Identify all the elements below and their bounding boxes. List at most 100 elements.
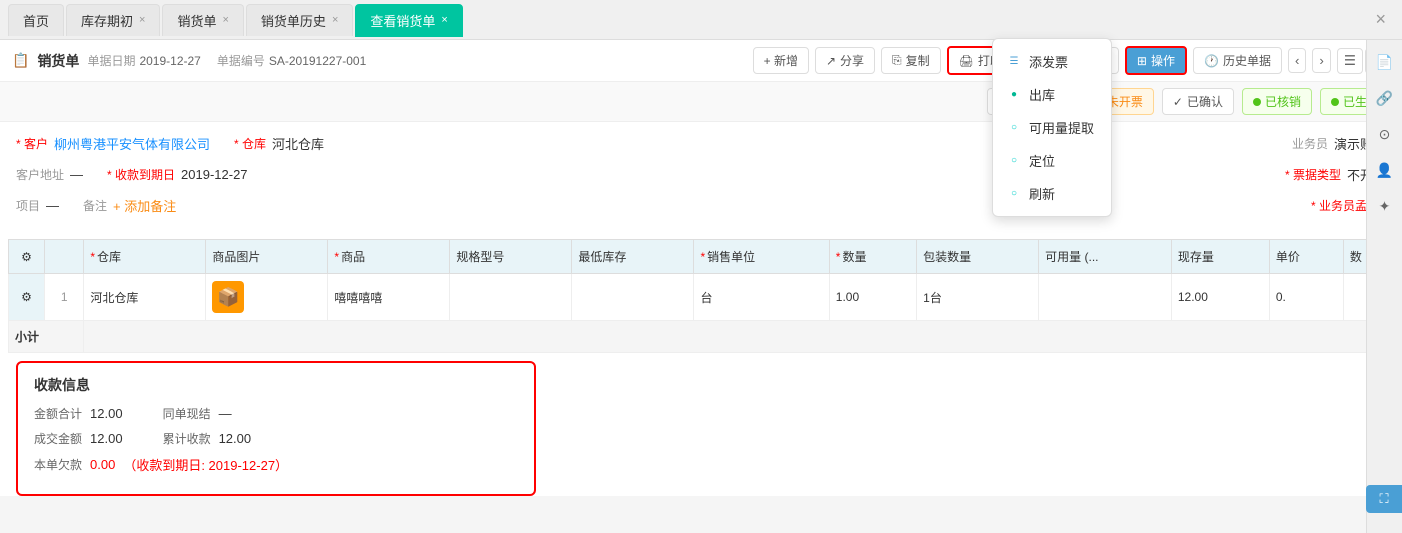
doc-meta: 单据日期 2019-12-27 单据编号 SA-20191227-001 (87, 52, 744, 69)
nav-next-button[interactable]: › (1312, 48, 1330, 73)
window-close-btn[interactable]: × (1367, 5, 1394, 34)
td-subtotal-label: 小计 (9, 321, 84, 353)
dropdown-refresh[interactable]: ○ 刷新 (993, 177, 1111, 210)
tab-inventory-label: 库存期初 (81, 11, 133, 30)
same-order-value: — (219, 406, 232, 421)
warehouse-out-label: 出库 (1029, 85, 1055, 104)
share-button[interactable]: ↗ 分享 (815, 47, 875, 74)
customer-value: 柳州粤港平安气体有限公司 (54, 134, 210, 153)
doc-title: 销货单 (37, 51, 79, 71)
td-product: 嘻嘻嘻嘻 (328, 274, 450, 321)
locate-icon: ○ (1007, 154, 1021, 168)
payment-date-value: 2019-12-27 (181, 167, 248, 182)
tab-view-sales-close[interactable]: × (441, 14, 447, 26)
th-min-stock: 最低库存 (572, 240, 694, 274)
sidebar-doc-icon[interactable]: 📄 (1371, 48, 1399, 76)
th-spec: 规格型号 (450, 240, 572, 274)
address-label: 客户地址 (16, 166, 64, 183)
tab-home-label: 首页 (23, 11, 49, 30)
ops-label: 操作 (1151, 52, 1175, 69)
cumulative-item: 累计收款 12.00 (163, 430, 252, 447)
dropdown-locate[interactable]: ○ 定位 (993, 144, 1111, 177)
th-num (45, 240, 84, 274)
td-image: 📦 (206, 274, 328, 321)
payment-box: 收款信息 金额合计 12.00 同单现结 — 成交金额 12.00 累计收款 (16, 361, 536, 496)
td-quantity: 1.00 (829, 274, 916, 321)
meta-date: 单据日期 2019-12-27 (87, 52, 200, 69)
tab-inventory[interactable]: 库存期初 × (66, 4, 160, 36)
sidebar-refresh-icon[interactable]: ⊙ (1371, 120, 1399, 148)
tab-view-sales[interactable]: 查看销货单 × (355, 4, 462, 37)
th-unit-price: 单价 (1269, 240, 1343, 274)
payment-title: 收款信息 (34, 375, 518, 395)
customer-field: * 客户 柳州粤港平安气体有限公司 (16, 134, 210, 153)
table-header-row: ⚙ *仓库 商品图片 *商品 规格型号 最低库存 *销售单位 *数量 包装数量 … (9, 240, 1394, 274)
sidebar-link-icon[interactable]: 🔗 (1371, 84, 1399, 112)
tab-sales-history-label: 销货单历史 (261, 11, 326, 30)
expand-button[interactable]: ⛶ (1366, 485, 1402, 513)
tab-home[interactable]: 首页 (8, 4, 64, 36)
cumulative-label: 累计收款 (163, 430, 211, 447)
table-row: ⚙ 1 河北仓库 📦 嘻嘻嘻嘻 台 1.00 1台 12.00 (9, 274, 1394, 321)
transaction-label: 成交金额 (34, 430, 82, 447)
list-view-btn[interactable]: ☰ (1337, 48, 1363, 74)
ops-icon: ⊞ (1137, 54, 1147, 68)
new-button[interactable]: + 新增 (753, 47, 809, 74)
td-available (1039, 274, 1172, 321)
sidebar-user-icon[interactable]: 👤 (1371, 156, 1399, 184)
tab-sales-history-close[interactable]: × (332, 14, 338, 26)
customer-label: * 客户 (16, 135, 48, 152)
td-unit: 台 (694, 274, 829, 321)
tab-sales-close[interactable]: × (222, 14, 228, 26)
th-settings[interactable]: ⚙ (9, 240, 45, 274)
right-sidebar: 📄 🔗 ⊙ 👤 ✦ ⛶ (1366, 40, 1402, 533)
same-order-label: 同单现结 (163, 405, 211, 422)
number-label: 单据编号 (217, 52, 265, 69)
copy-icon: ⎘ (892, 53, 902, 68)
add-invoice-label: 添发票 (1029, 52, 1068, 71)
th-quantity: *数量 (829, 240, 916, 274)
dropdown-warehouse-out[interactable]: ● 出库 (993, 78, 1111, 111)
sold-dot (1253, 98, 1261, 106)
share-icon: ↗ (826, 54, 836, 68)
due-note: （收款到期日: 2019-12-27） (123, 455, 288, 474)
th-pack-qty: 包装数量 (917, 240, 1039, 274)
available-qty-icon: ○ (1007, 121, 1021, 135)
td-current-stock: 12.00 (1171, 274, 1269, 321)
copy-button[interactable]: ⎘ 复制 (881, 47, 941, 74)
th-warehouse: *仓库 (84, 240, 206, 274)
product-table: ⚙ *仓库 商品图片 *商品 规格型号 最低库存 *销售单位 *数量 包装数量 … (8, 239, 1394, 353)
staff-label: 业务员 (1292, 135, 1328, 152)
address-field: 客户地址 — (16, 166, 83, 183)
product-image: 📦 (212, 281, 244, 313)
sec-toolbar: 📱 来自手机 未开票 ✓ 已确认 已核销 已生效 (0, 82, 1402, 122)
tab-bar: 首页 库存期初 × 销货单 × 销货单历史 × 查看销货单 × × (0, 0, 1402, 40)
sidebar-star-icon[interactable]: ✦ (1371, 192, 1399, 220)
dropdown-available-qty[interactable]: ○ 可用量提取 (993, 111, 1111, 144)
tab-sales-label: 销货单 (177, 11, 216, 30)
transaction-value: 12.00 (90, 431, 123, 446)
confirm-btn[interactable]: ✓ 已确认 (1162, 88, 1234, 115)
available-qty-label: 可用量提取 (1029, 118, 1094, 137)
product-table-container: ⚙ *仓库 商品图片 *商品 规格型号 最低库存 *销售单位 *数量 包装数量 … (8, 239, 1394, 353)
confirm-label: 已确认 (1187, 93, 1223, 110)
tab-sales-history[interactable]: 销货单历史 × (246, 4, 353, 36)
date-label: 单据日期 (87, 52, 135, 69)
ops-button[interactable]: ⊞ 操作 (1125, 46, 1187, 75)
cumulative-value: 12.00 (219, 431, 252, 446)
history-button[interactable]: 🕐 历史单据 (1193, 47, 1282, 74)
td-min-stock (572, 274, 694, 321)
th-unit: *销售单位 (694, 240, 829, 274)
notes-add[interactable]: + 添加备注 (113, 196, 176, 215)
tab-view-sales-label: 查看销货单 (370, 11, 435, 30)
open-label: 未开票 (1107, 93, 1143, 110)
nav-prev-button[interactable]: ‹ (1288, 48, 1306, 73)
payment-date-field: * 收款到期日 2019-12-27 (107, 166, 248, 183)
td-settings[interactable]: ⚙ (9, 274, 45, 321)
td-pack-qty: 1台 (917, 274, 1039, 321)
tab-sales[interactable]: 销货单 × (162, 4, 243, 36)
project-field: 项目 — (16, 197, 59, 214)
tab-inventory-close[interactable]: × (139, 14, 145, 26)
dropdown-add-invoice[interactable]: ☰ 添发票 (993, 45, 1111, 78)
due-item: 本单欠款 0.00 （收款到期日: 2019-12-27） (34, 455, 288, 474)
